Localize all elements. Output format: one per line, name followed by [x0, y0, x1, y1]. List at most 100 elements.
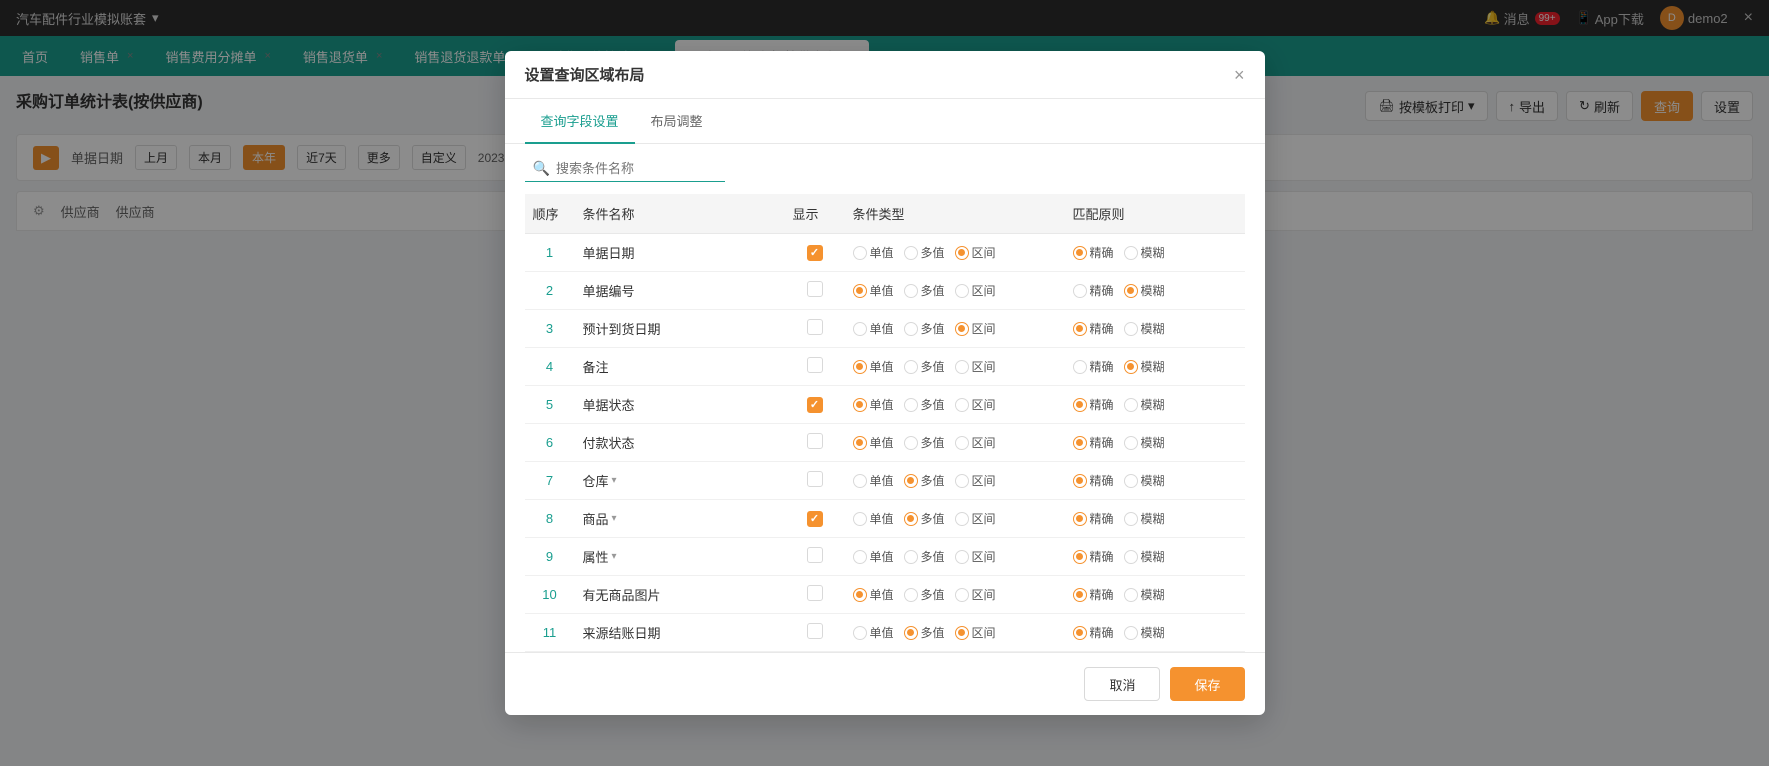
radio-match-exact-6[interactable]	[1073, 474, 1087, 488]
radio-type-range-4[interactable]	[955, 398, 969, 412]
cell-type-3: 单值多值区间	[845, 348, 1065, 386]
radio-match-exact-2[interactable]	[1073, 322, 1087, 336]
radio-match-fuzzy-9[interactable]	[1124, 588, 1138, 602]
radio-match-fuzzy-1[interactable]	[1124, 284, 1138, 298]
checkbox-5[interactable]	[807, 433, 823, 449]
cell-show-5[interactable]	[785, 424, 845, 462]
radio-match-exact-7[interactable]	[1073, 512, 1087, 526]
search-input[interactable]	[556, 161, 716, 176]
radio-match-fuzzy-0[interactable]	[1124, 246, 1138, 260]
radio-match-fuzzy-3[interactable]	[1124, 360, 1138, 374]
radio-type-multi-8[interactable]	[904, 550, 918, 564]
radio-type-range-10[interactable]	[955, 626, 969, 640]
cell-order-9: 10	[525, 576, 575, 614]
radio-match-fuzzy-8[interactable]	[1124, 550, 1138, 564]
radio-type-multi-2[interactable]	[904, 322, 918, 336]
tab-query-fields[interactable]: 查询字段设置	[525, 99, 635, 144]
checkbox-10[interactable]	[807, 623, 823, 639]
radio-match-exact-3[interactable]	[1073, 360, 1087, 374]
cell-show-1[interactable]	[785, 272, 845, 310]
radio-type-single-4[interactable]	[853, 398, 867, 412]
checkbox-7[interactable]	[807, 511, 823, 527]
radio-match-exact-10[interactable]	[1073, 626, 1087, 640]
radio-type-multi-6[interactable]	[904, 474, 918, 488]
cell-show-2[interactable]	[785, 310, 845, 348]
radio-match-exact-9[interactable]	[1073, 588, 1087, 602]
radio-match-fuzzy-10[interactable]	[1124, 626, 1138, 640]
checkbox-6[interactable]	[807, 471, 823, 487]
radio-type-single-5[interactable]	[853, 436, 867, 450]
radio-match-fuzzy-7[interactable]	[1124, 512, 1138, 526]
radio-type-single-0[interactable]	[853, 246, 867, 260]
radio-match-exact-0[interactable]	[1073, 246, 1087, 260]
radio-type-multi-4[interactable]	[904, 398, 918, 412]
radio-type-range-5[interactable]	[955, 436, 969, 450]
radio-type-range-1[interactable]	[955, 284, 969, 298]
radio-type-multi-10[interactable]	[904, 626, 918, 640]
radio-type-multi-5[interactable]	[904, 436, 918, 450]
settings-table: 顺序 条件名称 显示 条件类型 匹配原则 1单据日期单值多值区间精确模糊2单据编…	[525, 194, 1245, 652]
cell-show-0[interactable]	[785, 234, 845, 272]
cell-show-9[interactable]	[785, 576, 845, 614]
radio-type-multi-7[interactable]	[904, 512, 918, 526]
radio-match-exact-1[interactable]	[1073, 284, 1087, 298]
checkbox-2[interactable]	[807, 319, 823, 335]
cell-order-5: 6	[525, 424, 575, 462]
cell-match-8: 精确模糊	[1065, 538, 1245, 576]
save-button[interactable]: 保存	[1170, 667, 1244, 701]
radio-type-single-3[interactable]	[853, 360, 867, 374]
radio-type-single-8[interactable]	[853, 550, 867, 564]
radio-type-range-9[interactable]	[955, 588, 969, 602]
radio-type-range-7[interactable]	[955, 512, 969, 526]
radio-type-single-6[interactable]	[853, 474, 867, 488]
table-row: 3预计到货日期单值多值区间精确模糊	[525, 310, 1245, 348]
checkbox-0[interactable]	[807, 245, 823, 261]
modal-table-container: 顺序 条件名称 显示 条件类型 匹配原则 1单据日期单值多值区间精确模糊2单据编…	[505, 194, 1265, 652]
cell-match-2: 精确模糊	[1065, 310, 1245, 348]
radio-type-range-8[interactable]	[955, 550, 969, 564]
cancel-button[interactable]: 取消	[1084, 667, 1160, 701]
checkbox-1[interactable]	[807, 281, 823, 297]
checkbox-3[interactable]	[807, 357, 823, 373]
table-row: 9属性▾单值多值区间精确模糊	[525, 538, 1245, 576]
cell-show-7[interactable]	[785, 500, 845, 538]
cell-show-10[interactable]	[785, 614, 845, 652]
radio-match-fuzzy-4[interactable]	[1124, 398, 1138, 412]
table-row: 2单据编号单值多值区间精确模糊	[525, 272, 1245, 310]
cell-show-8[interactable]	[785, 538, 845, 576]
radio-type-single-9[interactable]	[853, 588, 867, 602]
th-match: 匹配原则	[1065, 194, 1245, 234]
radio-match-exact-8[interactable]	[1073, 550, 1087, 564]
radio-type-range-3[interactable]	[955, 360, 969, 374]
radio-match-exact-5[interactable]	[1073, 436, 1087, 450]
radio-type-single-7[interactable]	[853, 512, 867, 526]
checkbox-8[interactable]	[807, 547, 823, 563]
radio-type-multi-9[interactable]	[904, 588, 918, 602]
radio-type-multi-3[interactable]	[904, 360, 918, 374]
cell-order-7: 8	[525, 500, 575, 538]
cell-show-3[interactable]	[785, 348, 845, 386]
cell-show-6[interactable]	[785, 462, 845, 500]
checkbox-9[interactable]	[807, 585, 823, 601]
checkbox-4[interactable]	[807, 397, 823, 413]
modal-footer: 取消 保存	[505, 652, 1265, 715]
radio-type-range-6[interactable]	[955, 474, 969, 488]
cell-match-6: 精确模糊	[1065, 462, 1245, 500]
radio-match-fuzzy-5[interactable]	[1124, 436, 1138, 450]
radio-match-fuzzy-2[interactable]	[1124, 322, 1138, 336]
radio-type-single-1[interactable]	[853, 284, 867, 298]
settings-modal: 设置查询区域布局 × 查询字段设置 布局调整 🔍 顺序 条件名称 显示	[505, 51, 1265, 715]
tab-layout-adjust[interactable]: 布局调整	[635, 99, 719, 144]
radio-type-multi-1[interactable]	[904, 284, 918, 298]
cell-show-4[interactable]	[785, 386, 845, 424]
table-header-row: 顺序 条件名称 显示 条件类型 匹配原则	[525, 194, 1245, 234]
radio-type-multi-0[interactable]	[904, 246, 918, 260]
modal-title: 设置查询区域布局	[525, 64, 645, 85]
radio-match-fuzzy-6[interactable]	[1124, 474, 1138, 488]
radio-type-range-2[interactable]	[955, 322, 969, 336]
radio-type-single-10[interactable]	[853, 626, 867, 640]
modal-close-button[interactable]: ×	[1234, 66, 1245, 84]
radio-match-exact-4[interactable]	[1073, 398, 1087, 412]
radio-type-single-2[interactable]	[853, 322, 867, 336]
radio-type-range-0[interactable]	[955, 246, 969, 260]
